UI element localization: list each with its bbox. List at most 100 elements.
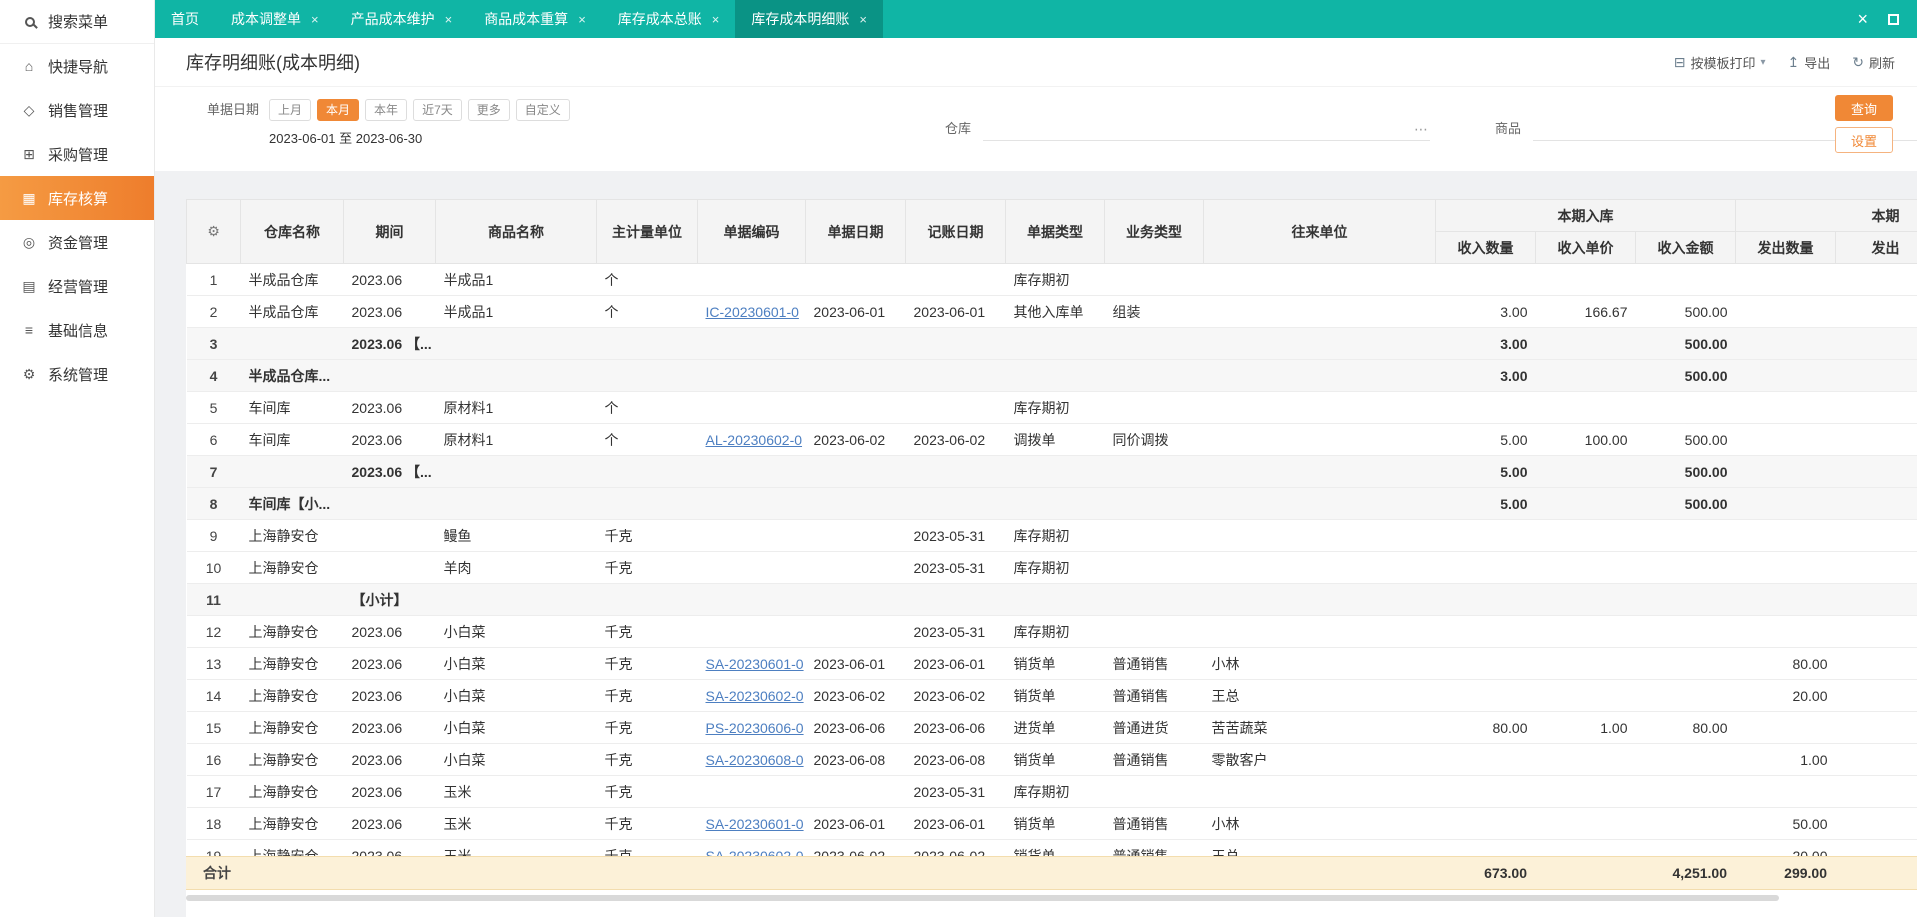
cell-qty_in [1435,839,1536,856]
chip-this-month[interactable]: 本月 [317,99,360,121]
col-header-biz_type: 业务类型 [1104,199,1204,264]
close-icon[interactable]: × [1857,10,1868,28]
cell-product: 小白菜 [435,711,597,744]
sidebar-item-sales[interactable]: ◇ 销售管理 [0,88,154,132]
table-row[interactable]: 6 车间库 2023.06 原材料1 个 AL-20230602-0 2023-06-02 2… [186,423,1917,456]
doc-code-link[interactable]: AL-20230602-0 [706,432,803,448]
table-row[interactable]: 2 半成品仓库 2023.06 半成品1 个 IC-20230601-0 2023-06-0… [186,295,1917,328]
cell-doc_code [697,327,806,360]
table-row[interactable]: 9 上海静安仓 鳗鱼 千克 2023-05-31 库存期初 [186,519,1917,552]
cell-doc_code [697,551,806,584]
settings-button[interactable]: 设置 [1835,127,1893,153]
sidebar-item-label: 销售管理 [48,102,109,120]
cell-doc_date [805,775,906,808]
table-row[interactable]: 14 上海静安仓 2023.06 小白菜 千克 SA-20230602-0 2023-06-… [186,679,1917,712]
export-button[interactable]: ↥ 导出 [1788,53,1831,72]
table-row[interactable]: 13 上海静安仓 2023.06 小白菜 千克 SA-20230601-0 2023-06-… [186,647,1917,680]
tab-product-cost-maintenance[interactable]: 产品成本维护 × [335,0,469,38]
cell-doc_date [805,391,906,424]
doc-code-link[interactable]: IC-20230601-0 [706,304,799,320]
sidebar-search[interactable]: 搜索菜单 [0,0,154,44]
cell-biz_type [1104,455,1204,488]
table-row[interactable]: 3 2023.06 【... 3.00 500.00 [186,327,1917,360]
column-settings-gear-icon[interactable]: ⚙ [207,223,220,239]
sidebar-item-purchase[interactable]: ⊞ 采购管理 [0,132,154,176]
chip-last-month[interactable]: 上月 [269,99,312,121]
cell-price_in [1535,487,1636,520]
table-row[interactable]: 11 【小计】 [186,583,1917,616]
table-row[interactable]: 5 车间库 2023.06 原材料1 个 库存期初 [186,391,1917,424]
table-row[interactable]: 1 半成品仓库 2023.06 半成品1 个 库存期初 [186,263,1917,296]
tab-inventory-cost-detail[interactable]: 库存成本明细账 × [735,0,883,38]
cell-warehouse: 上海静安仓 [240,679,344,712]
tab-inventory-cost-ledger[interactable]: 库存成本总账 × [602,0,736,38]
chip-this-year[interactable]: 本年 [365,99,408,121]
refresh-button[interactable]: ↻ 刷新 [1852,53,1895,72]
tab-cost-adjustment[interactable]: 成本调整单 × [215,0,335,38]
chip-last-7-days[interactable]: 近7天 [413,99,462,121]
chip-custom[interactable]: 自定义 [515,99,570,121]
tab-close-icon[interactable]: × [859,13,867,26]
cell-partner [1203,615,1436,648]
table-row[interactable]: 10 上海静安仓 羊肉 千克 2023-05-31 库存期初 [186,551,1917,584]
query-button[interactable]: 查询 [1835,95,1893,121]
tab-close-icon[interactable]: × [712,13,720,26]
doc-code-link[interactable]: SA-20230601-0 [706,656,804,672]
table-row[interactable]: 8 车间库【小... 5.00 500.00 [186,487,1917,520]
sidebar-item-quick-nav[interactable]: ⌂ 快捷导航 [0,44,154,88]
doc-code-link[interactable]: PS-20230606-0 [706,720,804,736]
table-viewport: ⚙ 仓库名称 期间 商品名称 主计量单位 单据编码 单据日期 记账日期 单据类型 业务类型 往来单位… [186,199,1917,856]
cell-doc_type: 库存期初 [1005,263,1105,296]
tab-cost-recalculation[interactable]: 商品成本重算 × [468,0,602,38]
cell-partner [1203,551,1436,584]
cell-product [435,327,597,360]
scrollbar-thumb[interactable] [186,895,1779,901]
doc-code-link[interactable]: SA-20230602-0 [706,848,804,857]
sidebar-item-inventory-accounting[interactable]: ▦ 库存核算 [0,176,154,220]
table-row[interactable]: 19 上海静安仓 2023.06 玉米 千克 SA-20230602-0 2023-06-0… [186,839,1917,857]
sidebar-item-basic-info[interactable]: ≡ 基础信息 [0,308,154,352]
cell-unit: 个 [596,391,698,424]
cell-num: 17 [186,775,241,808]
table-row[interactable]: 12 上海静安仓 2023.06 小白菜 千克 2023-05-31 库存期初 [186,615,1917,648]
cell-price_out [1835,551,1917,584]
doc-code-link[interactable]: SA-20230608-0 [706,752,804,768]
table-row[interactable]: 4 半成品仓库... 3.00 500.00 [186,359,1917,392]
doc-code-link[interactable]: SA-20230602-0 [706,688,804,704]
date-filter-label: 单据日期 [207,102,260,117]
print-by-template-button[interactable]: ⊟ 按模板打印 ▾ [1674,53,1766,72]
warehouse-lookup-icon[interactable]: ⋯ [1412,122,1430,136]
col-header-doc_type: 单据类型 [1005,199,1105,264]
table-row[interactable]: 15 上海静安仓 2023.06 小白菜 千克 PS-20230606-0 2023-06-… [186,711,1917,744]
sidebar-item-label: 系统管理 [48,366,109,384]
cell-doc_date [805,359,906,392]
table-row[interactable]: 17 上海静安仓 2023.06 玉米 千克 2023-05-31 库存期初 [186,775,1917,808]
cell-period [343,519,436,552]
table-row[interactable]: 18 上海静安仓 2023.06 玉米 千克 SA-20230601-0 2023-06-0… [186,807,1917,840]
doc-code-link[interactable]: SA-20230601-0 [706,816,804,832]
sidebar-item-operations[interactable]: ▤ 经营管理 [0,264,154,308]
table-row[interactable]: 16 上海静安仓 2023.06 小白菜 千克 SA-20230608-0 2023-06-… [186,743,1917,776]
cell-doc_date [805,263,906,296]
table-row[interactable]: 7 2023.06 【... 5.00 500.00 [186,455,1917,488]
cell-doc_type: 库存期初 [1005,775,1105,808]
col-header-num: ⚙ [186,199,241,264]
cell-partner [1203,519,1436,552]
cell-product: 玉米 [435,775,597,808]
cell-warehouse [240,583,344,616]
group-header-in: 本期入库 [1435,199,1736,232]
tab-close-icon[interactable]: × [445,13,453,26]
cell-book_date [905,583,1006,616]
tab-close-icon[interactable]: × [578,13,586,26]
horizontal-scrollbar[interactable] [186,893,1917,903]
sidebar-item-funds[interactable]: ◎ 资金管理 [0,220,154,264]
chip-more[interactable]: 更多 [467,99,510,121]
tab-home[interactable]: 首页 [155,0,215,38]
tab-close-icon[interactable]: × [311,13,319,26]
fullscreen-icon[interactable] [1888,13,1899,25]
cell-biz_type [1104,583,1204,616]
warehouse-input[interactable] [983,117,1412,140]
sidebar-item-system[interactable]: ⚙ 系统管理 [0,352,154,396]
cell-doc_code: SA-20230601-0 [697,807,806,840]
cell-unit: 千克 [596,775,698,808]
